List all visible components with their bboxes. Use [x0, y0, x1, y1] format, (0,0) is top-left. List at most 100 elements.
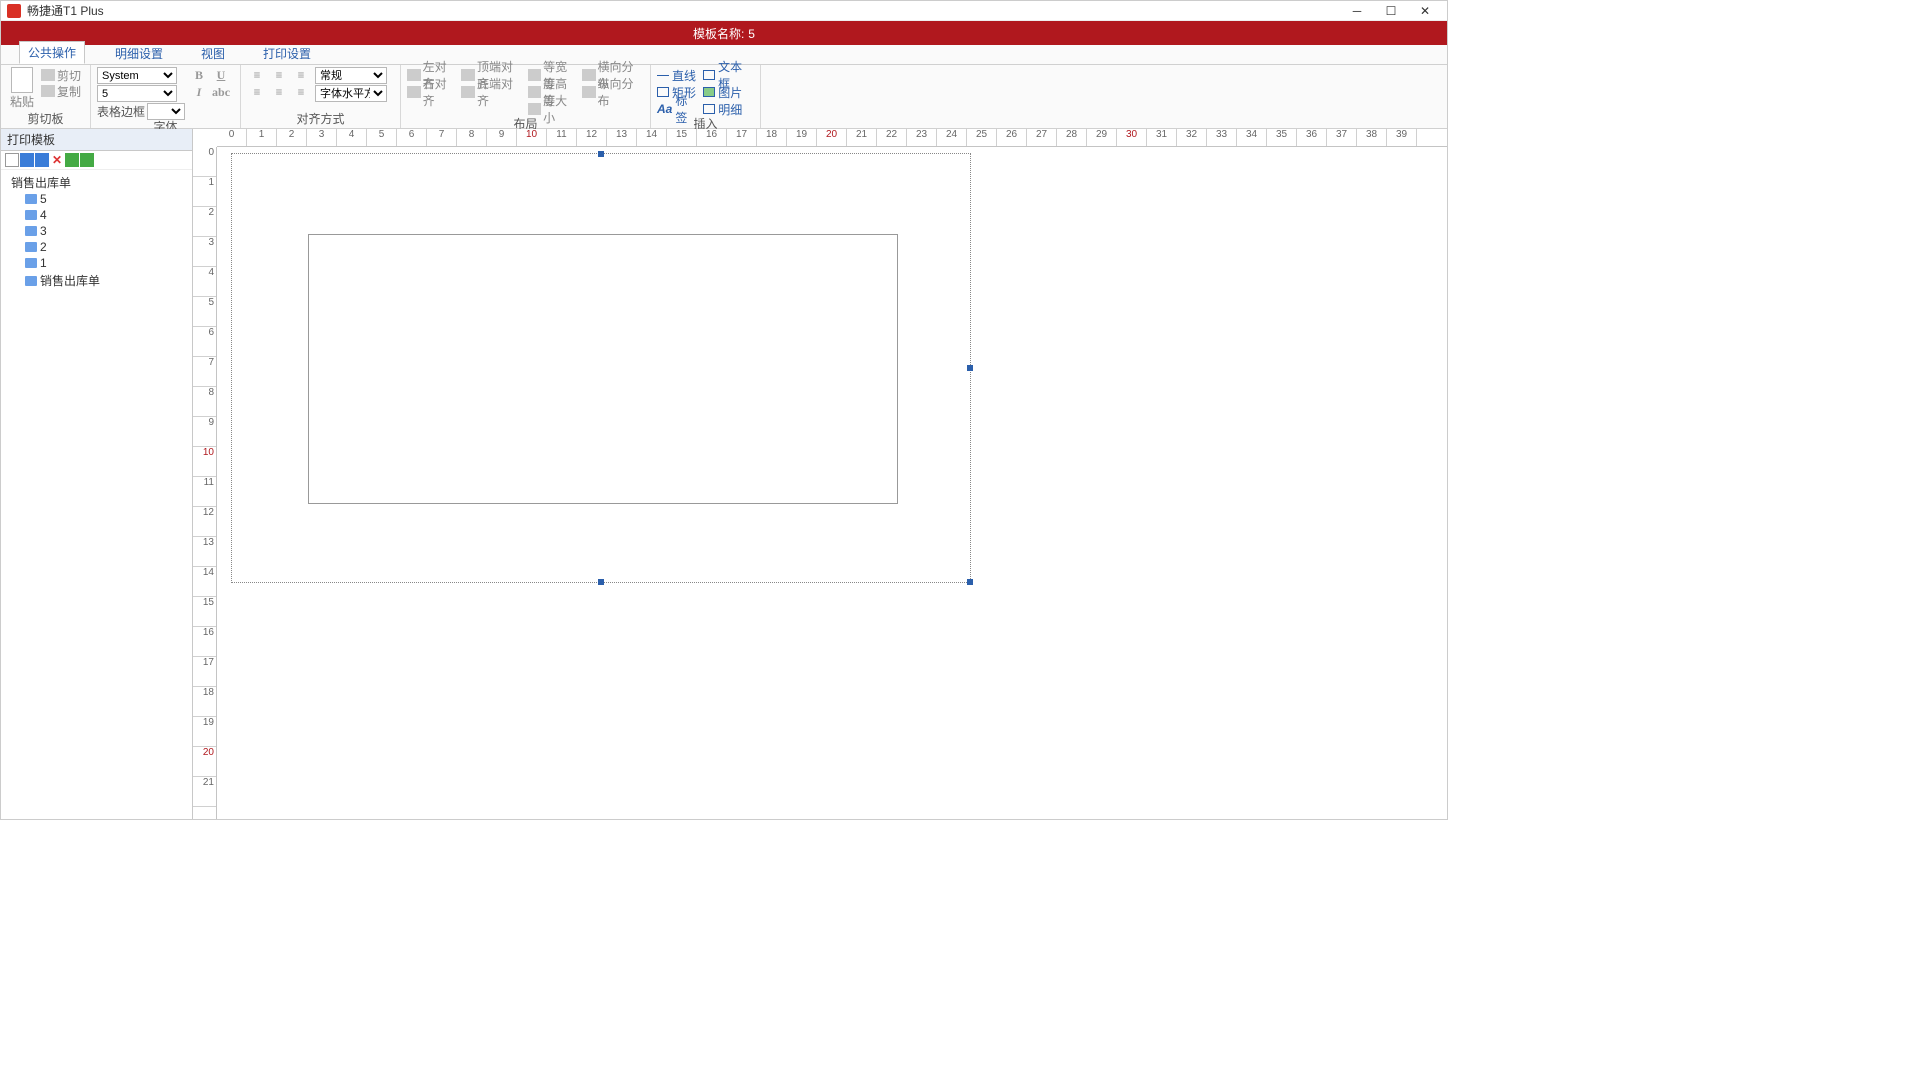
saveas-template-button[interactable] [35, 153, 49, 167]
tree-item-5[interactable]: 销售出库单 [11, 271, 182, 290]
template-tree: 销售出库单 54321销售出库单 [1, 170, 192, 294]
h-tick: 32 [1177, 129, 1207, 146]
align-center-button[interactable]: ≡ [269, 67, 289, 83]
v-tick: 1 [193, 177, 216, 207]
v-tick: 0 [193, 147, 216, 177]
h-tick: 34 [1237, 129, 1267, 146]
main-split: 打印模板 ✕ 销售出库单 54321销售出库单 0123456789101112… [1, 129, 1447, 819]
tree-root[interactable]: 销售出库单 [11, 174, 182, 191]
layout-right-align[interactable]: 右对齐 [407, 84, 457, 100]
tab-view[interactable]: 视图 [193, 43, 233, 64]
h-tick: 8 [457, 129, 487, 146]
app-title: 畅捷通T1 Plus [27, 2, 1349, 19]
delete-template-button[interactable]: ✕ [50, 153, 64, 167]
tab-print-settings[interactable]: 打印设置 [255, 43, 319, 64]
v-tick: 17 [193, 657, 216, 687]
app-icon [7, 4, 21, 18]
h-tick: 14 [637, 129, 667, 146]
h-tick: 17 [727, 129, 757, 146]
layout-eq-size[interactable]: 等大小 [528, 101, 578, 117]
sidebar: 打印模板 ✕ 销售出库单 54321销售出库单 [1, 129, 193, 819]
h-tick: 37 [1327, 129, 1357, 146]
detail-icon [703, 104, 715, 114]
maximize-button[interactable]: ☐ [1383, 3, 1399, 19]
user-icon [25, 242, 37, 252]
h-tick: 31 [1147, 129, 1177, 146]
group-align-label: 对齐方式 [247, 112, 394, 128]
tree-item-1[interactable]: 4 [11, 207, 182, 223]
design-canvas[interactable]: 0123456789101112131415161718192021222324… [193, 129, 1447, 819]
sel-handle-br[interactable] [967, 579, 973, 585]
group-layout: 左对齐 右对齐 顶端对齐 底端对齐 等宽度 等高度 等大小 横向分布 纵向分布 … [401, 65, 651, 128]
text-direction-select[interactable]: 字体水平方向 [315, 85, 387, 102]
group-align: ≡ ≡ ≡ ≡ ≡ ≡ 常规 字体水平方向 对齐方式 [241, 65, 401, 128]
text-style-select[interactable]: 常规 [315, 67, 387, 84]
h-tick: 5 [367, 129, 397, 146]
underline-button[interactable]: U [211, 67, 231, 83]
vertical-ruler: 0123456789101112131415161718192021 [193, 147, 217, 819]
h-tick: 16 [697, 129, 727, 146]
h-tick: 23 [907, 129, 937, 146]
insert-image[interactable]: 图片 [703, 84, 754, 100]
h-tick: 22 [877, 129, 907, 146]
bold-button[interactable]: B [189, 67, 209, 83]
import-template-button[interactable] [65, 153, 79, 167]
rect-icon [657, 87, 669, 97]
insert-textbox[interactable]: 文本框 [703, 67, 754, 83]
group-font: System 5 表格边框 B U I abc [91, 65, 241, 128]
paste-button[interactable]: 粘贴 [7, 67, 37, 110]
export-template-button[interactable] [80, 153, 94, 167]
tab-public-ops[interactable]: 公共操作 [19, 41, 85, 64]
page-frame[interactable] [231, 153, 971, 583]
strike-button[interactable]: abc [211, 84, 231, 100]
italic-button[interactable]: I [189, 84, 209, 100]
h-tick: 28 [1057, 129, 1087, 146]
v-tick: 6 [193, 327, 216, 357]
paste-icon [11, 67, 33, 93]
tree-item-0[interactable]: 5 [11, 191, 182, 207]
tree-item-4[interactable]: 1 [11, 255, 182, 271]
save-template-button[interactable] [20, 153, 34, 167]
h-tick: 6 [397, 129, 427, 146]
window-controls: ─ ☐ ✕ [1349, 3, 1441, 19]
font-size-select[interactable]: 5 [97, 85, 177, 102]
align-middle-button[interactable]: ≡ [269, 84, 289, 100]
h-tick: 12 [577, 129, 607, 146]
content-region[interactable] [308, 234, 898, 504]
v-tick: 18 [193, 687, 216, 717]
textbox-icon [703, 70, 715, 80]
align-right-button[interactable]: ≡ [291, 67, 311, 83]
sel-handle-top[interactable] [598, 151, 604, 157]
new-template-button[interactable] [5, 153, 19, 167]
layout-v-dist[interactable]: 纵向分布 [582, 84, 644, 100]
table-border-select[interactable] [147, 103, 185, 120]
tree-item-3[interactable]: 2 [11, 239, 182, 255]
insert-detail[interactable]: 明细 [703, 101, 754, 117]
user-icon [25, 194, 37, 204]
h-tick: 0 [217, 129, 247, 146]
layout-bottom-align[interactable]: 底端对齐 [461, 84, 523, 100]
image-icon [703, 87, 715, 97]
h-tick: 35 [1267, 129, 1297, 146]
align-bottom-button[interactable]: ≡ [291, 84, 311, 100]
v-tick: 16 [193, 627, 216, 657]
sel-handle-bottom[interactable] [598, 579, 604, 585]
sidebar-title: 打印模板 [1, 129, 192, 151]
insert-line[interactable]: 直线 [657, 67, 699, 83]
align-left-button[interactable]: ≡ [247, 67, 267, 83]
close-button[interactable]: ✕ [1417, 3, 1433, 19]
cut-button[interactable]: 剪切 [41, 67, 81, 83]
copy-button[interactable]: 复制 [41, 83, 81, 99]
sel-handle-right[interactable] [967, 365, 973, 371]
tree-item-2[interactable]: 3 [11, 223, 182, 239]
h-tick: 13 [607, 129, 637, 146]
align-top-button[interactable]: ≡ [247, 84, 267, 100]
user-icon [25, 258, 37, 268]
font-family-select[interactable]: System [97, 67, 177, 84]
insert-label[interactable]: Aa标签 [657, 101, 699, 117]
tab-detail-settings[interactable]: 明细设置 [107, 43, 171, 64]
line-icon [657, 75, 669, 76]
h-tick: 11 [547, 129, 577, 146]
minimize-button[interactable]: ─ [1349, 3, 1365, 19]
v-tick: 5 [193, 297, 216, 327]
